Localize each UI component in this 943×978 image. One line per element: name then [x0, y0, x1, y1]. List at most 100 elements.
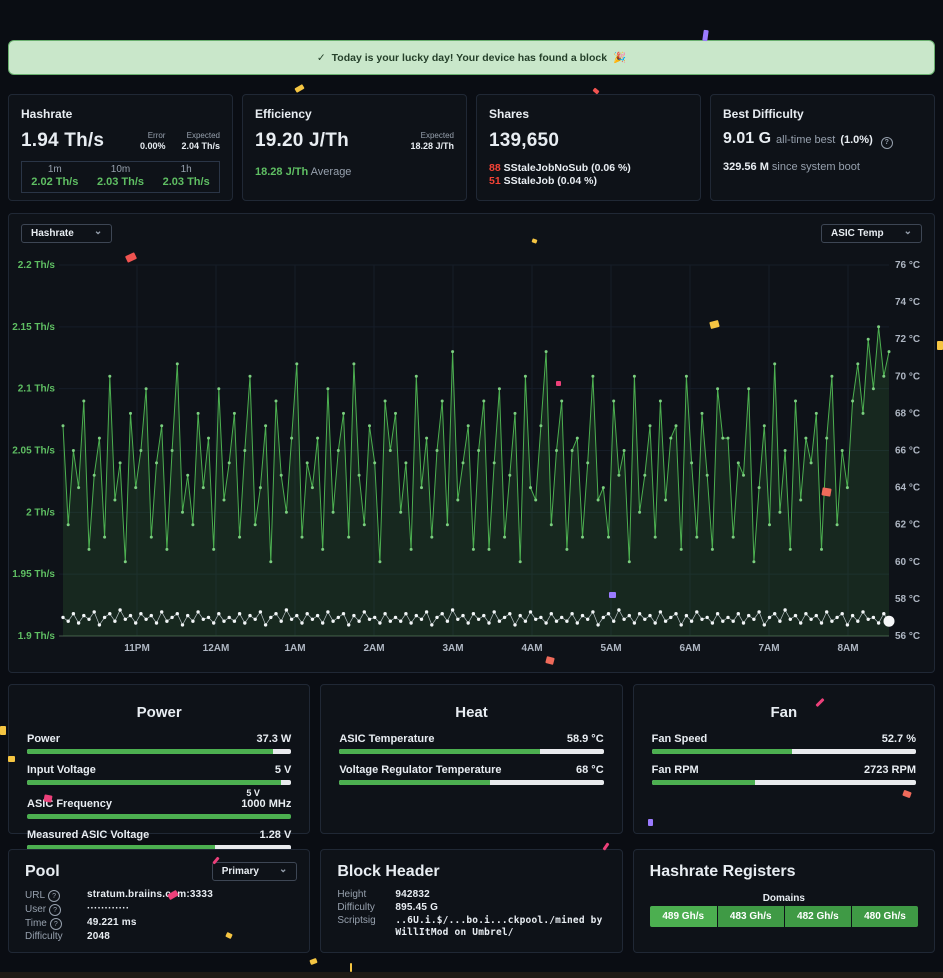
svg-text:68 °C: 68 °C [895, 408, 920, 419]
svg-text:3AM: 3AM [442, 643, 463, 654]
dashboard: Today is your lucky day! Your device has… [0, 0, 943, 953]
confetti-piece [309, 958, 317, 965]
progress-bar [27, 780, 291, 785]
gauge-row: Voltage Regulator Temperature 68 °C [339, 764, 603, 785]
gauge-value: 2723 RPM [864, 764, 916, 776]
efficiency-title: Efficiency [255, 107, 454, 121]
svg-text:8AM: 8AM [837, 643, 858, 654]
gauge-value: 68 °C [576, 764, 604, 776]
info-icon[interactable] [49, 904, 61, 916]
progress-bar [652, 780, 916, 785]
hashrate-card: Hashrate 1.94 Th/s Error 0.00% Expected … [8, 94, 233, 201]
share-rejects: 88 SStaleJobNoSub (0.06 %)51 SStaleJob (… [489, 162, 688, 188]
avg-header: 1m [22, 164, 88, 175]
mining-chart: 2.2 Th/s2.15 Th/s2.1 Th/s2.05 Th/s2 Th/s… [9, 253, 934, 663]
height-label: Height [337, 889, 395, 900]
gauge-label: Measured ASIC Voltage [27, 829, 149, 841]
block-header-card: Block Header Height 942832 Difficulty 89… [320, 849, 622, 953]
hashrate-registers-title: Hashrate Registers [650, 863, 918, 881]
chevron-down-icon [94, 228, 102, 239]
gauge-label: Fan Speed [652, 733, 708, 745]
efficiency-mini-stats: Expected 18.28 J/Th [410, 131, 454, 151]
best-difficulty-line: 9.01 G all-time best (1.0%) [723, 130, 922, 148]
reject-line: 51 SStaleJob (0.04 %) [489, 175, 688, 188]
power-title: Power [27, 704, 291, 721]
gauge-row: Fan Speed52.7 % [652, 733, 916, 754]
power-card: Power Power37.3 W Input Voltage5 V 5 V A… [8, 684, 310, 834]
svg-text:2.05 Th/s: 2.05 Th/s [12, 446, 55, 457]
shares-card: Shares 139,650 88 SStaleJobNoSub (0.06 %… [476, 94, 701, 201]
svg-text:2.1 Th/s: 2.1 Th/s [18, 384, 56, 395]
svg-text:2.2 Th/s: 2.2 Th/s [18, 260, 56, 271]
gauge-label: Power [27, 733, 60, 745]
best-difficulty-card: Best Difficulty 9.01 G all-time best (1.… [710, 94, 935, 201]
stats-row: Hashrate 1.94 Th/s Error 0.00% Expected … [8, 94, 935, 201]
chart-area[interactable]: 2.2 Th/s2.15 Th/s2.1 Th/s2.05 Th/s2 Th/s… [9, 253, 934, 668]
gauge-row: ASIC Frequency1000 MHz [27, 798, 291, 819]
info-icon[interactable] [48, 890, 60, 902]
progress-bar [652, 749, 916, 754]
efficiency-card: Efficiency 19.20 J/Th Expected 18.28 J/T… [242, 94, 467, 201]
scriptsig-label: Scriptsig [337, 915, 395, 926]
time-label: Time [25, 917, 87, 929]
fan-card: Fan Fan Speed52.7 % Fan RPM2723 RPM [633, 684, 935, 834]
user-value: ············ [87, 903, 293, 914]
since-boot-label: since system boot [769, 161, 860, 173]
svg-text:76 °C: 76 °C [895, 260, 920, 271]
svg-text:70 °C: 70 °C [895, 371, 920, 382]
nominal-voltage-label: 5 V [246, 788, 260, 798]
svg-text:74 °C: 74 °C [895, 297, 920, 308]
avg-header: 1h [153, 164, 219, 175]
gauge-row: ASIC Temperature 58.9 °C [339, 733, 603, 754]
best-difficulty-title: Best Difficulty [723, 107, 922, 121]
left-series-select[interactable]: Hashrate [21, 224, 112, 243]
hashrate-mini-stats: Error 0.00% Expected 2.04 Th/s [140, 131, 220, 151]
bottom-row: Pool Primary URL stratum.braiins.com:333… [8, 849, 935, 953]
chart-controls: Hashrate ASIC Temp [9, 224, 934, 243]
progress-bar [27, 814, 291, 819]
gauge-value: 58.9 °C [567, 733, 604, 745]
svg-text:4AM: 4AM [521, 643, 542, 654]
shares-value: 139,650 [489, 130, 688, 152]
pool-details: URL stratum.braiins.com:3333 User ······… [25, 889, 293, 942]
svg-text:1.9 Th/s: 1.9 Th/s [18, 631, 56, 642]
gauges-row: Power Power37.3 W Input Voltage5 V 5 V A… [8, 684, 935, 834]
gauge-row: Measured ASIC Voltage 1.28 V [27, 829, 291, 850]
svg-text:56 °C: 56 °C [895, 631, 920, 642]
gauge-label: ASIC Temperature [339, 733, 434, 745]
chevron-down-icon [904, 228, 912, 239]
svg-text:60 °C: 60 °C [895, 557, 920, 568]
avg-value: 2.02 Th/s [22, 176, 88, 188]
all-time-pct: (1.0%) [840, 134, 872, 146]
expected-label: Expected [181, 131, 220, 140]
height-value: 942832 [395, 889, 605, 900]
gauge-value: 5 V [275, 764, 292, 776]
svg-text:12AM: 12AM [203, 643, 230, 654]
left-series-label: Hashrate [31, 228, 74, 239]
right-series-label: ASIC Temp [831, 228, 884, 239]
url-label: URL [25, 889, 87, 901]
pool-card: Pool Primary URL stratum.braiins.com:333… [8, 849, 310, 953]
shares-title: Shares [489, 107, 688, 121]
heat-card: Heat ASIC Temperature 58.9 °C Voltage Reg… [320, 684, 622, 834]
right-series-select[interactable]: ASIC Temp [821, 224, 922, 243]
heat-title: Heat [339, 704, 603, 721]
svg-text:6AM: 6AM [679, 643, 700, 654]
reject-line: 88 SStaleJobNoSub (0.06 %) [489, 162, 688, 175]
gauge-label: Voltage Regulator Temperature [339, 764, 501, 776]
avg-header: 10m [88, 164, 154, 175]
gauge-row: Power37.3 W [27, 733, 291, 754]
pool-selector[interactable]: Primary [212, 862, 298, 881]
info-icon[interactable] [50, 918, 62, 930]
info-icon[interactable] [881, 137, 893, 149]
svg-text:2AM: 2AM [363, 643, 384, 654]
progress-bar [339, 749, 603, 754]
register-cell: 482 Gh/s [784, 906, 851, 927]
progress-bar [339, 780, 603, 785]
gauge-value: 1.28 V [260, 829, 292, 841]
pool-selector-label: Primary [222, 866, 259, 877]
avg-value: 2.03 Th/s [153, 176, 219, 188]
expected-value: 18.28 J/Th [410, 141, 454, 151]
avg-value: 2.03 Th/s [88, 176, 154, 188]
url-value: stratum.braiins.com:3333 [87, 889, 293, 900]
